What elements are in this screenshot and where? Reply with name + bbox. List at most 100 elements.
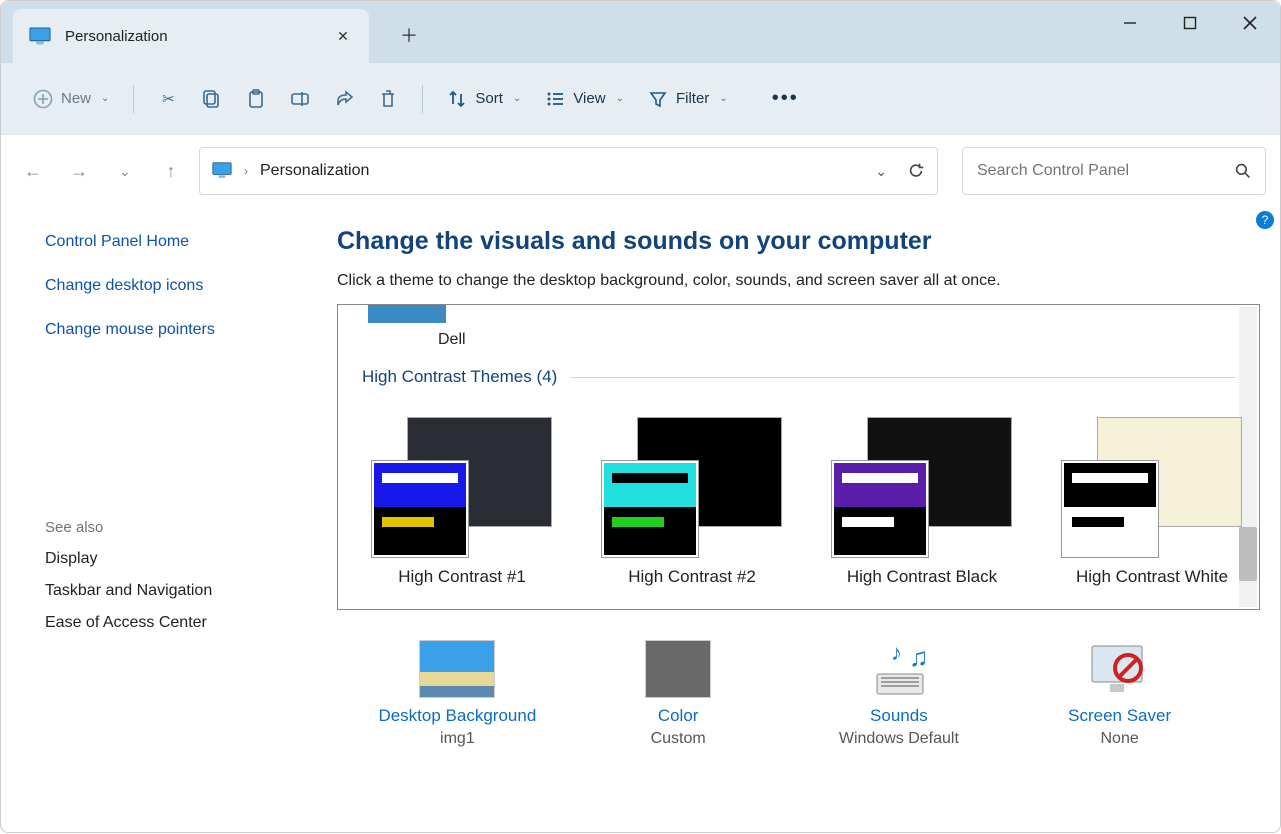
new-tab-button[interactable]: ＋ xyxy=(389,15,429,55)
desktop-background-thumb xyxy=(419,640,495,698)
search-input[interactable] xyxy=(977,162,1235,180)
cut-button[interactable]: ✂ xyxy=(148,81,188,117)
window-controls xyxy=(1100,1,1280,45)
monitor-icon xyxy=(29,27,51,45)
command-bar: New ⌄ ✂ Sort ⌄ View ⌄ Filter ⌄ ••• xyxy=(1,63,1280,135)
filter-button[interactable]: Filter ⌄ xyxy=(638,81,738,117)
scissors-icon: ✂ xyxy=(158,89,178,109)
setting-value: img1 xyxy=(357,730,557,748)
filter-label: Filter xyxy=(676,90,709,107)
chevron-down-icon: ⌄ xyxy=(513,93,521,104)
main-panel: ? Change the visuals and sounds on your … xyxy=(321,207,1280,834)
svg-text:♪: ♪ xyxy=(891,640,902,665)
rename-icon xyxy=(290,89,310,109)
copy-button[interactable] xyxy=(192,81,232,117)
see-also-heading: See also xyxy=(45,519,287,536)
theme-thumb xyxy=(602,417,782,557)
theme-name: High Contrast #1 xyxy=(372,567,552,587)
theme-dell-label: Dell xyxy=(438,331,1235,349)
see-also-display[interactable]: Display xyxy=(45,550,287,568)
address-bar[interactable]: › Personalization ⌄ xyxy=(199,147,938,195)
nav-row: ← → ⌄ ↑ › Personalization ⌄ xyxy=(1,135,1280,207)
theme-item-2[interactable]: High Contrast Black xyxy=(832,417,1012,587)
view-icon xyxy=(545,89,565,109)
settings-row: Desktop Background img1 Color Custom ♪♫ … xyxy=(337,640,1260,748)
setting-desktop-background[interactable]: Desktop Background img1 xyxy=(357,640,557,748)
view-button[interactable]: View ⌄ xyxy=(535,81,634,117)
section-heading-text: High Contrast Themes (4) xyxy=(362,367,557,387)
theme-thumb xyxy=(832,417,1012,557)
section-rule xyxy=(571,377,1235,378)
share-icon xyxy=(334,89,354,109)
tab-close-icon[interactable]: ✕ xyxy=(333,28,353,45)
refresh-button[interactable] xyxy=(907,162,925,180)
sort-label: Sort xyxy=(475,90,503,107)
high-contrast-section-heading: High Contrast Themes (4) xyxy=(362,367,1235,387)
setting-value: None xyxy=(1020,730,1220,748)
sidebar-link-change-mouse-pointers[interactable]: Change mouse pointers xyxy=(45,321,287,339)
theme-front xyxy=(372,461,468,557)
theme-item-0[interactable]: High Contrast #1 xyxy=(372,417,552,587)
setting-value: Custom xyxy=(578,730,778,748)
setting-link: Sounds xyxy=(799,706,999,726)
address-dropdown-icon[interactable]: ⌄ xyxy=(875,163,887,180)
sort-icon xyxy=(447,89,467,109)
sidebar: Control Panel Home Change desktop icons … xyxy=(1,207,321,834)
setting-link: Screen Saver xyxy=(1020,706,1220,726)
delete-button[interactable] xyxy=(368,81,408,117)
new-button[interactable]: New ⌄ xyxy=(23,81,119,117)
close-window-button[interactable] xyxy=(1220,1,1280,45)
ellipsis-icon: ••• xyxy=(772,87,799,110)
plus-circle-icon xyxy=(33,89,53,109)
color-thumb xyxy=(645,640,711,698)
view-label: View xyxy=(573,90,605,107)
forward-button[interactable]: → xyxy=(61,153,97,189)
up-button[interactable]: ↑ xyxy=(153,153,189,189)
tab-personalization[interactable]: Personalization ✕ xyxy=(13,9,369,63)
setting-sounds[interactable]: ♪♫ Sounds Windows Default xyxy=(799,640,999,748)
theme-name: High Contrast #2 xyxy=(602,567,782,587)
setting-screen-saver[interactable]: Screen Saver None xyxy=(1020,640,1220,748)
maximize-button[interactable] xyxy=(1160,1,1220,45)
back-button[interactable]: ← xyxy=(15,153,51,189)
theme-item-3[interactable]: High Contrast White xyxy=(1062,417,1242,587)
new-label: New xyxy=(61,90,91,107)
setting-link: Color xyxy=(578,706,778,726)
see-also-taskbar[interactable]: Taskbar and Navigation xyxy=(45,582,287,600)
setting-color[interactable]: Color Custom xyxy=(578,640,778,748)
theme-name: High Contrast White xyxy=(1062,567,1242,587)
theme-thumb xyxy=(372,417,552,557)
separator xyxy=(422,85,423,113)
svg-text:♫: ♫ xyxy=(909,642,929,672)
chevron-down-icon: ⌄ xyxy=(616,93,624,104)
setting-value: Windows Default xyxy=(799,730,999,748)
screen-saver-thumb xyxy=(1082,640,1158,698)
tab-title: Personalization xyxy=(65,28,333,45)
filter-icon xyxy=(648,89,668,109)
theme-item-1[interactable]: High Contrast #2 xyxy=(602,417,782,587)
page-heading: Change the visuals and sounds on your co… xyxy=(337,227,1260,256)
content: Control Panel Home Change desktop icons … xyxy=(1,207,1280,834)
rename-button[interactable] xyxy=(280,81,320,117)
paste-button[interactable] xyxy=(236,81,276,117)
theme-front xyxy=(602,461,698,557)
sidebar-link-control-panel-home[interactable]: Control Panel Home xyxy=(45,233,287,251)
address-text: Personalization xyxy=(260,162,863,180)
theme-dell-thumb[interactable] xyxy=(368,305,446,323)
sort-button[interactable]: Sort ⌄ xyxy=(437,81,531,117)
search-icon xyxy=(1235,163,1251,179)
help-button[interactable]: ? xyxy=(1256,211,1274,229)
sidebar-link-change-desktop-icons[interactable]: Change desktop icons xyxy=(45,277,287,295)
minimize-button[interactable] xyxy=(1100,1,1160,45)
recent-dropdown[interactable]: ⌄ xyxy=(107,153,143,189)
more-button[interactable]: ••• xyxy=(762,79,809,118)
separator xyxy=(133,85,134,113)
see-also-ease-of-access[interactable]: Ease of Access Center xyxy=(45,614,287,632)
sounds-thumb: ♪♫ xyxy=(861,640,937,698)
search-box[interactable] xyxy=(962,147,1266,195)
monitor-icon xyxy=(212,162,232,180)
theme-thumb xyxy=(1062,417,1242,557)
copy-icon xyxy=(202,89,222,109)
share-button[interactable] xyxy=(324,81,364,117)
page-subtext: Click a theme to change the desktop back… xyxy=(337,272,1260,290)
